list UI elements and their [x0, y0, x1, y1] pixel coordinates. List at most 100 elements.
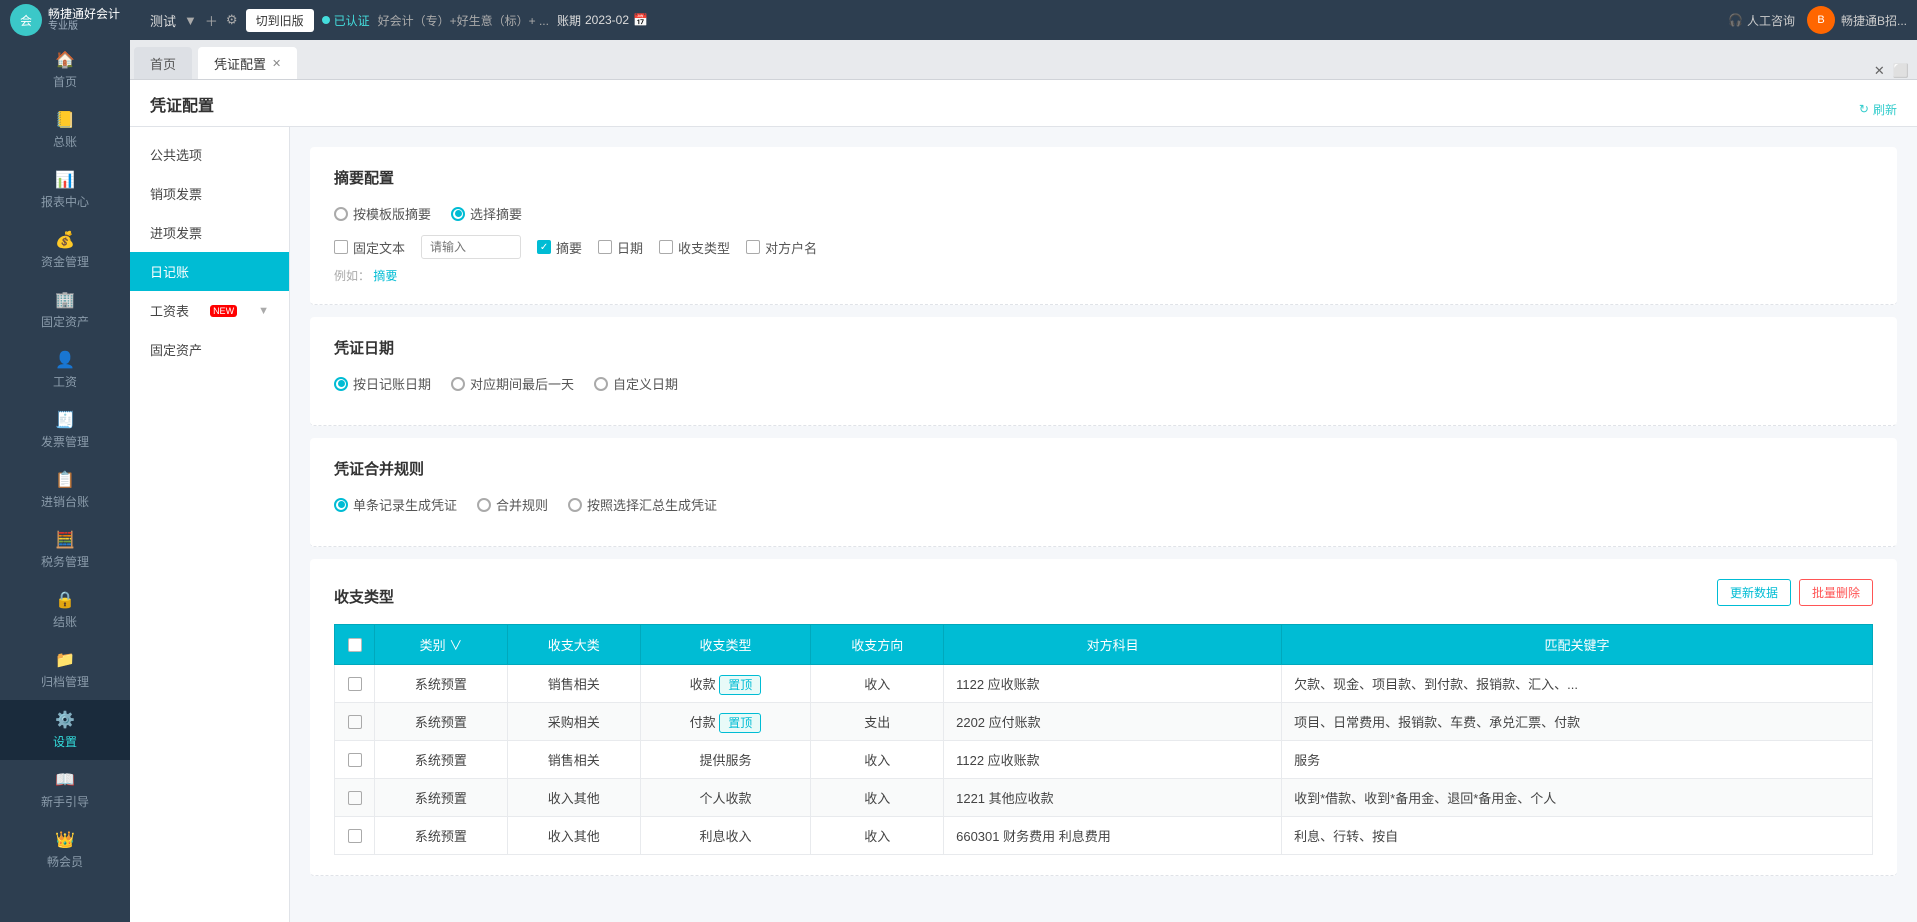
salary-icon: 👤 [55, 350, 75, 370]
tax-icon: 🧮 [55, 530, 75, 550]
headset-icon: 🎧 [1728, 13, 1743, 27]
radio-single-record[interactable]: 单条记录生成凭证 [334, 495, 457, 514]
sidebar: 🏠 首页 📒 总账 📊 报表中心 💰 资金管理 🏢 固定资产 👤 工资 🧾 发票… [0, 40, 130, 922]
logo-icon: 会 [10, 4, 42, 36]
row1-tag-btn[interactable]: 置顶 [719, 675, 761, 695]
row4-direction: 收入 [811, 779, 944, 817]
leftnav-item-public[interactable]: 公共选项 [130, 135, 289, 174]
sidebar-item-settings[interactable]: ⚙️ 设置 [0, 700, 130, 760]
col-direction: 收支方向 [811, 625, 944, 665]
sidebar-item-home[interactable]: 🏠 首页 [0, 40, 130, 100]
minimize-icon[interactable]: ✕ [1874, 63, 1885, 79]
row2-major: 采购相关 [507, 703, 640, 741]
checkbox-counterparty[interactable]: 对方户名 [746, 238, 817, 257]
row2-keywords: 项目、日常费用、报销款、车费、承兑汇票、付款 [1282, 703, 1873, 741]
leftnav-item-fixed-assets[interactable]: 固定资产 [130, 330, 289, 369]
radio-single-record-circle [334, 498, 348, 512]
page-header: 凭证配置 ↻ 刷新 [130, 80, 1917, 127]
page-body: 公共选项 销项发票 进项发票 日记账 工资表 NEW ▼ 固定资产 [130, 127, 1917, 922]
table-row: 系统预置 销售相关 提供服务 收入 1122 应收账款 服务 [335, 741, 1873, 779]
topbar: 会 畅捷通好会计 专业版 测试 ▼ ＋ ⚙ 切到旧版 已认证 好会计（专）+好生… [0, 0, 1917, 40]
sidebar-item-tax[interactable]: 🧮 税务管理 [0, 520, 130, 580]
tab-voucher-config[interactable]: 凭证配置 ✕ [198, 47, 297, 79]
reports-icon: 📊 [55, 170, 75, 190]
sidebar-item-archive[interactable]: 📁 归档管理 [0, 640, 130, 700]
topbar-dropdown-icon[interactable]: ▼ [184, 13, 197, 28]
income-expense-title: 收支类型 [334, 586, 394, 607]
row2-checkbox[interactable] [335, 703, 375, 741]
checkbox-type[interactable]: 收支类型 [659, 238, 730, 257]
row1-checkbox[interactable] [335, 665, 375, 703]
leftnav-item-payroll[interactable]: 工资表 NEW ▼ [130, 291, 289, 330]
leftnav-item-purchase-invoice[interactable]: 进项发票 [130, 213, 289, 252]
row5-type: 利息收入 [640, 817, 811, 855]
refresh-button[interactable]: ↻ 刷新 [1859, 101, 1897, 118]
sidebar-item-close[interactable]: 🔒 结账 [0, 580, 130, 640]
row4-checkbox[interactable] [335, 779, 375, 817]
voucher-date-radio-group: 按日记账日期 对应期间最后一天 自定义日期 [334, 374, 1873, 393]
radio-custom-date[interactable]: 自定义日期 [594, 374, 678, 393]
checkbox-type-box [659, 240, 673, 254]
radio-merge-rule[interactable]: 合并规则 [477, 495, 548, 514]
batch-delete-button[interactable]: 批量删除 [1799, 579, 1873, 606]
row5-category: 系统预置 [375, 817, 508, 855]
select-all-checkbox[interactable] [348, 638, 362, 652]
row4-major: 收入其他 [507, 779, 640, 817]
radio-select[interactable]: 选择摘要 [451, 204, 522, 223]
ledger-icon: 📒 [55, 110, 75, 130]
topbar-plus-icon[interactable]: ＋ [205, 11, 218, 30]
row2-type: 付款 置顶 [640, 703, 811, 741]
checkbox-date[interactable]: 日期 [598, 238, 643, 257]
logo: 会 畅捷通好会计 专业版 [10, 4, 140, 36]
col-major: 收支大类 [507, 625, 640, 665]
sidebar-item-invoice[interactable]: 🧾 发票管理 [0, 400, 130, 460]
customer-service-btn[interactable]: 🎧 人工咨询 [1728, 12, 1795, 29]
table-actions: 更新数据 批量删除 [1717, 579, 1873, 606]
radio-summary-generate[interactable]: 按照选择汇总生成凭证 [568, 495, 717, 514]
row2-category: 系统预置 [375, 703, 508, 741]
tab-home[interactable]: 首页 [134, 47, 192, 79]
row3-major: 销售相关 [507, 741, 640, 779]
checkbox-row: 固定文本 ✓ 摘要 日期 收支类型 [334, 235, 1873, 259]
sidebar-item-reports[interactable]: 📊 报表中心 [0, 160, 130, 220]
leftnav-item-sales-invoice[interactable]: 销项发票 [130, 174, 289, 213]
radio-template-circle [334, 207, 348, 221]
radio-period-last[interactable]: 对应期间最后一天 [451, 374, 574, 393]
sidebar-item-ledger[interactable]: 📒 总账 [0, 100, 130, 160]
leftnav-item-diary[interactable]: 日记账 [130, 252, 289, 291]
row5-keywords: 利息、行转、按自 [1282, 817, 1873, 855]
sidebar-item-funds[interactable]: 💰 资金管理 [0, 220, 130, 280]
row5-checkbox[interactable] [335, 817, 375, 855]
row2-tag-btn[interactable]: 置顶 [719, 713, 761, 733]
update-data-button[interactable]: 更新数据 [1717, 579, 1791, 606]
row3-checkbox[interactable] [335, 741, 375, 779]
switch-version-button[interactable]: 切到旧版 [246, 9, 314, 32]
row1-major: 销售相关 [507, 665, 640, 703]
col-keywords: 匹配关键字 [1282, 625, 1873, 665]
sidebar-item-member[interactable]: 👑 畅会员 [0, 820, 130, 880]
row5-direction: 收入 [811, 817, 944, 855]
sidebar-item-assets[interactable]: 🏢 固定资产 [0, 280, 130, 340]
income-expense-table: 类别 ∨ 收支大类 收支类型 收支方向 对方科目 匹配关键字 [334, 624, 1873, 855]
row1-keywords: 欠款、现金、项目款、到付款、报销款、汇入、... [1282, 665, 1873, 703]
calendar-icon[interactable]: 📅 [633, 13, 648, 27]
sidebar-item-trade[interactable]: 📋 进销台账 [0, 460, 130, 520]
maximize-icon[interactable]: ⬜ [1893, 63, 1909, 79]
user-info: B 畅捷通B招... [1807, 6, 1907, 34]
sidebar-item-guide[interactable]: 📖 新手引导 [0, 760, 130, 820]
checkbox-fixed-text[interactable]: 固定文本 [334, 238, 405, 257]
topbar-middle: 测试 ▼ ＋ ⚙ 切到旧版 已认证 好会计（专）+好生意（标）+ ... 账期 … [140, 9, 1728, 32]
member-icon: 👑 [55, 830, 75, 850]
checkbox-summary[interactable]: ✓ 摘要 [537, 238, 582, 257]
left-nav: 公共选项 销项发票 进项发票 日记账 工资表 NEW ▼ 固定资产 [130, 127, 290, 922]
radio-template[interactable]: 按模板版摘要 [334, 204, 431, 223]
sidebar-item-salary[interactable]: 👤 工资 [0, 340, 130, 400]
col-checkbox[interactable] [335, 625, 375, 665]
topbar-settings-icon[interactable]: ⚙ [226, 12, 238, 28]
row3-category: 系统预置 [375, 741, 508, 779]
radio-diary-date[interactable]: 按日记账日期 [334, 374, 431, 393]
tab-close-icon[interactable]: ✕ [272, 57, 281, 70]
fixed-text-input[interactable] [421, 235, 521, 259]
voucher-merge-title: 凭证合并规则 [334, 458, 1873, 479]
row2-direction: 支出 [811, 703, 944, 741]
